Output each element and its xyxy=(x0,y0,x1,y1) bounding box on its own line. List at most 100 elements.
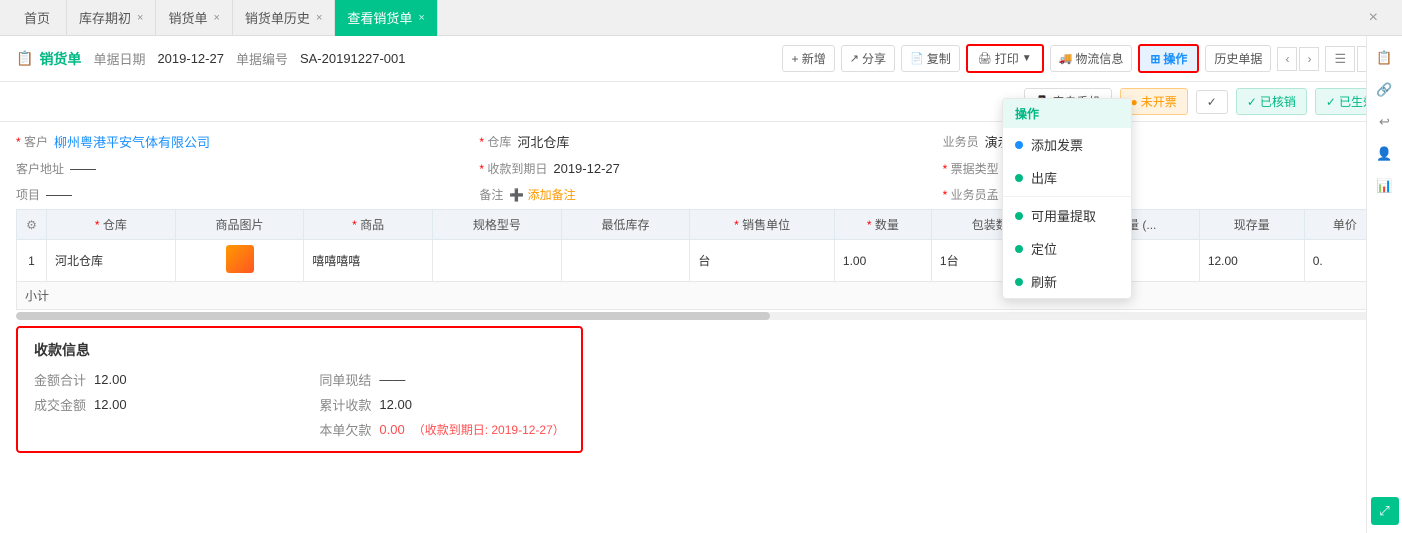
due-date-label: * 收款到期日 xyxy=(479,160,547,177)
doc-date-value: 2019-12-27 xyxy=(157,51,224,66)
sidebar-icon-link[interactable]: 🔗 xyxy=(1371,76,1399,104)
dropdown-item-outbound[interactable]: 出库 xyxy=(1003,161,1131,194)
sidebar-icon-doc[interactable]: 📋 xyxy=(1371,44,1399,72)
share-button[interactable]: ↗ 分享 xyxy=(841,45,895,72)
right-sidebar: 📋 🔗 ↩ 👤 📊 ⤢ xyxy=(1366,36,1402,533)
warehouse-field: * 仓库 河北仓库 xyxy=(479,132,922,151)
project-field: 项目 —— xyxy=(16,186,459,203)
warehouse-value: 河北仓库 xyxy=(517,132,569,151)
window-close-button[interactable]: × xyxy=(1353,9,1394,27)
copy-button[interactable]: 📄 复制 xyxy=(901,45,960,72)
due-date-value: 2019-12-27 xyxy=(553,161,620,176)
tab-sales-history[interactable]: 销货单历史 × xyxy=(233,0,335,36)
add-note-button[interactable]: ➕ 添加备注 xyxy=(509,186,575,203)
subtotal-row: 小计 xyxy=(17,282,1386,310)
nav-next-button[interactable]: › xyxy=(1299,47,1319,71)
current-order-due-row: 本单欠款 0.00 （收款到期日: 2019-12-27） xyxy=(319,420,564,439)
col-min-stock: 最低库存 xyxy=(561,210,690,240)
customer-field: * 客户 柳州粤港平安气体有限公司 xyxy=(16,132,459,151)
new-button[interactable]: + 新增 xyxy=(782,45,834,72)
sidebar-icon-chart[interactable]: 📊 xyxy=(1371,172,1399,200)
current-order-due-value: 0.00 xyxy=(379,422,404,437)
print-button[interactable]: 🖨 打印 ▼ xyxy=(966,44,1044,73)
transaction-amount-row: 成交金额 12.00 xyxy=(34,395,279,414)
product-image xyxy=(226,245,254,273)
col-current-stock: 现存量 xyxy=(1199,210,1304,240)
history-button[interactable]: 历史单据 xyxy=(1205,45,1271,72)
row-current-stock: 12.00 xyxy=(1199,240,1304,282)
close-icon[interactable]: × xyxy=(316,12,322,24)
nav-prev-button[interactable]: ‹ xyxy=(1277,47,1297,71)
horizontal-scrollbar[interactable] xyxy=(16,312,1386,320)
cumulative-receipt-row: 累计收款 12.00 xyxy=(319,395,564,414)
note-field: 备注 ➕ 添加备注 xyxy=(479,186,922,203)
same-order-settlement-value: —— xyxy=(379,372,405,387)
same-order-settlement-label: 同单现结 xyxy=(319,370,371,389)
dropdown-item-add-invoice[interactable]: 添加发票 xyxy=(1003,128,1131,161)
tab-inventory-init[interactable]: 库存期初 × xyxy=(67,0,156,36)
customer-label: * 客户 xyxy=(16,133,48,150)
close-icon[interactable]: × xyxy=(137,12,143,24)
row-num: 1 xyxy=(17,240,47,282)
project-label: 项目 xyxy=(16,186,40,203)
voided-button[interactable]: ✓ 已核销 xyxy=(1236,88,1307,115)
tab-home[interactable]: 首页 xyxy=(8,0,67,36)
row-product: 嘻嘻嘻嘻 xyxy=(304,240,433,282)
tab-view-sales[interactable]: 查看销货单 × xyxy=(335,0,437,36)
col-warehouse: * 仓库 xyxy=(47,210,176,240)
dot-teal-icon-2 xyxy=(1015,212,1023,220)
total-amount-row: 金额合计 12.00 xyxy=(34,370,279,389)
total-amount-value: 12.00 xyxy=(94,372,127,387)
customer-value: 柳州粤港平安气体有限公司 xyxy=(54,132,210,151)
dropdown-item-refresh[interactable]: 刷新 xyxy=(1003,265,1131,298)
operations-dropdown: 操作 添加发票 出库 可用量提取 定位 刷新 xyxy=(1002,98,1132,299)
col-unit: * 销售单位 xyxy=(690,210,835,240)
current-order-due-label: 本单欠款 xyxy=(319,420,371,439)
col-image: 商品图片 xyxy=(175,210,304,240)
dot-teal-icon-4 xyxy=(1015,278,1023,286)
data-table: ⚙ * 仓库 商品图片 * 商品 规格型号 最低库存 * 销售单位 * 数量 包… xyxy=(16,209,1386,310)
row-quantity: 1.00 xyxy=(834,240,931,282)
transaction-amount-label: 成交金额 xyxy=(34,395,86,414)
sidebar-icon-expand[interactable]: ⤢ xyxy=(1371,497,1399,525)
col-settings: ⚙ xyxy=(17,210,47,240)
project-value: —— xyxy=(46,187,72,202)
scrollbar-thumb xyxy=(16,312,770,320)
logistics-button[interactable]: 🚚 物流信息 xyxy=(1050,45,1133,72)
row-unit: 台 xyxy=(690,240,835,282)
nav-arrows: ‹ › xyxy=(1277,47,1319,71)
row-warehouse: 河北仓库 xyxy=(47,240,176,282)
dropdown-item-available-qty[interactable]: 可用量提取 xyxy=(1003,199,1131,232)
payment-info-title: 收款信息 xyxy=(34,340,565,360)
row-min-stock xyxy=(561,240,690,282)
list-view-button[interactable]: ☰ xyxy=(1325,46,1355,72)
check-button[interactable]: ✓ xyxy=(1196,90,1228,114)
warehouse-label: * 仓库 xyxy=(479,133,511,150)
dot-teal-icon-3 xyxy=(1015,245,1023,253)
col-product: * 商品 xyxy=(304,210,433,240)
close-icon[interactable]: × xyxy=(418,12,424,24)
dot-teal-icon xyxy=(1015,174,1023,182)
sidebar-icon-refresh[interactable]: ↩ xyxy=(1371,108,1399,136)
divider xyxy=(1003,196,1131,197)
address-value: —— xyxy=(70,161,96,176)
doc-number-value: SA-20191227-001 xyxy=(300,51,406,66)
row-image xyxy=(175,240,304,282)
business-staff-label: * 业务员孟 xyxy=(943,186,999,203)
close-icon[interactable]: × xyxy=(213,12,219,24)
tab-sales-order[interactable]: 销货单 × xyxy=(156,0,232,36)
same-order-settlement-row: 同单现结 —— xyxy=(319,370,564,389)
sidebar-icon-user[interactable]: 👤 xyxy=(1371,140,1399,168)
due-date-hint: （收款到期日: 2019-12-27） xyxy=(413,421,565,438)
address-label: 客户地址 xyxy=(16,160,64,177)
operations-button[interactable]: ⊞ 操作 xyxy=(1138,44,1199,73)
staff-label: 业务员 xyxy=(943,133,979,150)
subtotal-label: 小计 xyxy=(17,282,1386,310)
row-spec xyxy=(433,240,562,282)
dropdown-header: 操作 xyxy=(1003,99,1131,128)
address-field: 客户地址 —— xyxy=(16,159,459,178)
ticket-type-label: * 票据类型 xyxy=(943,160,999,177)
dropdown-item-locate[interactable]: 定位 xyxy=(1003,232,1131,265)
doc-title: 📋 销货单 xyxy=(16,49,81,69)
dot-blue-icon xyxy=(1015,141,1023,149)
